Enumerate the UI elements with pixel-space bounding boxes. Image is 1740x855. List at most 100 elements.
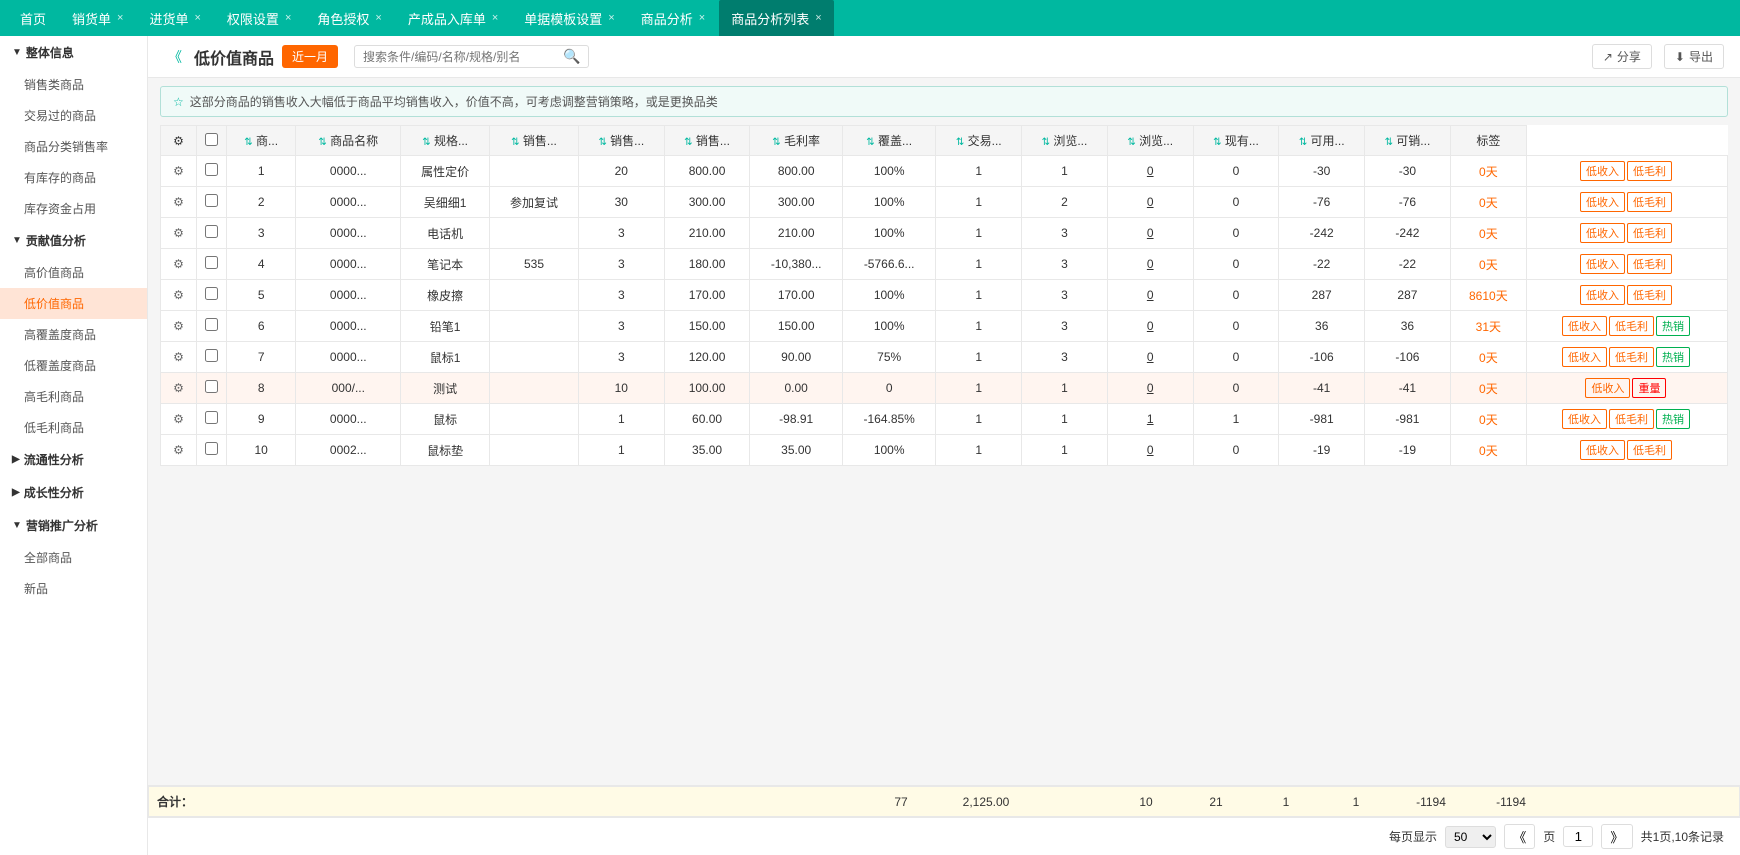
row-checkbox[interactable] <box>205 287 218 300</box>
page-size-select[interactable]: 50 100 200 <box>1445 826 1496 848</box>
row-checkbox[interactable] <box>205 380 218 393</box>
checkbox-cell[interactable] <box>197 156 227 187</box>
view1[interactable]: 0 <box>1107 435 1193 466</box>
row-checkbox[interactable] <box>205 256 218 269</box>
settings-icon[interactable]: ⚙ <box>173 350 184 364</box>
view-link[interactable]: 0 <box>1147 257 1154 271</box>
view-link[interactable]: 0 <box>1147 443 1154 457</box>
trade-column-header[interactable]: ⇅ 交易... <box>936 126 1022 156</box>
settings-icon[interactable]: ⚙ <box>173 226 184 240</box>
sale-amount-column-header[interactable]: ⇅ 销售... <box>664 126 750 156</box>
page-number-input[interactable] <box>1563 826 1593 847</box>
sidebar-item-category-sales-rate[interactable]: 商品分类销售率 <box>0 131 147 162</box>
settings-icon[interactable]: ⚙ <box>173 195 184 209</box>
view-link[interactable]: 0 <box>1147 350 1154 364</box>
close-icon[interactable]: × <box>815 12 821 24</box>
search-input[interactable] <box>363 50 563 64</box>
view1-column-header[interactable]: ⇅ 浏览... <box>1022 126 1108 156</box>
settings-icon[interactable]: ⚙ <box>173 164 184 178</box>
nav-sales-order[interactable]: 销货单 × <box>60 0 135 36</box>
data-table-container[interactable]: ⚙ ⇅ 商... ⇅ 商品名称 ⇅ 规格... ⇅ 销售... ⇅ 销售... … <box>160 125 1728 785</box>
last-page-button[interactable]: 》 <box>1601 824 1632 849</box>
view-link[interactable]: 0 <box>1147 164 1154 178</box>
view1[interactable]: 1 <box>1107 404 1193 435</box>
code-column-header[interactable]: ⇅ 商... <box>227 126 296 156</box>
settings-icon[interactable]: ⚙ <box>173 319 184 333</box>
sidebar-item-inventory-capital[interactable]: 库存资金占用 <box>0 193 147 224</box>
checkbox-column-header[interactable] <box>197 126 227 156</box>
nav-role-auth[interactable]: 角色授权 × <box>305 0 393 36</box>
close-icon[interactable]: × <box>492 12 498 24</box>
view2-column-header[interactable]: ⇅ 浏览... <box>1107 126 1193 156</box>
settings-icon[interactable]: ⚙ <box>173 257 184 271</box>
sidebar-group-circulation[interactable]: ▶ 流通性分析 <box>0 443 147 476</box>
close-icon[interactable]: × <box>699 12 705 24</box>
sidebar-item-new-goods[interactable]: 新品 <box>0 573 147 604</box>
collapse-sidebar-button[interactable]: 《 <box>164 45 186 69</box>
sidebar-item-high-margin[interactable]: 高毛利商品 <box>0 381 147 412</box>
checkbox-cell[interactable] <box>197 249 227 280</box>
nav-purchase-order[interactable]: 进货单 × <box>137 0 212 36</box>
row-checkbox[interactable] <box>205 349 218 362</box>
close-icon[interactable]: × <box>375 12 381 24</box>
checkbox-cell[interactable] <box>197 373 227 404</box>
settings-icon[interactable]: ⚙ <box>173 288 184 302</box>
sidebar-group-marketing[interactable]: ▼ 营销推广分析 <box>0 509 147 542</box>
sidebar-item-low-coverage[interactable]: 低覆盖度商品 <box>0 350 147 381</box>
checkbox-cell[interactable] <box>197 342 227 373</box>
checkbox-cell[interactable] <box>197 187 227 218</box>
view-link[interactable]: 0 <box>1147 381 1154 395</box>
row-checkbox[interactable] <box>205 225 218 238</box>
first-page-button[interactable]: 《 <box>1504 824 1535 849</box>
saleable-column-header[interactable]: ⇅ 可销... <box>1365 126 1451 156</box>
sidebar-item-low-margin[interactable]: 低毛利商品 <box>0 412 147 443</box>
row-checkbox[interactable] <box>205 163 218 176</box>
view-link[interactable]: 0 <box>1147 319 1154 333</box>
nav-product-analysis-list[interactable]: 商品分析列表 × <box>719 0 833 36</box>
share-button[interactable]: ↗ 分享 <box>1592 44 1652 69</box>
export-button[interactable]: ⬇ 导出 <box>1664 44 1724 69</box>
sidebar-group-growth[interactable]: ▶ 成长性分析 <box>0 476 147 509</box>
checkbox-cell[interactable] <box>197 435 227 466</box>
checkbox-cell[interactable] <box>197 311 227 342</box>
view-link[interactable]: 1 <box>1147 412 1154 426</box>
view1[interactable]: 0 <box>1107 311 1193 342</box>
settings-icon[interactable]: ⚙ <box>173 443 184 457</box>
nav-product-analysis[interactable]: 商品分析 × <box>629 0 717 36</box>
sidebar-item-low-value[interactable]: 低价值商品 <box>0 288 147 319</box>
sidebar-group-contribution[interactable]: ▼ 贡献值分析 <box>0 224 147 257</box>
gross-rate-column-header[interactable]: ⇅ 毛利率 <box>750 126 843 156</box>
view-link[interactable]: 0 <box>1147 288 1154 302</box>
sale-qty-column-header[interactable]: ⇅ 销售... <box>490 126 579 156</box>
select-all-checkbox[interactable] <box>205 133 218 146</box>
nav-template-settings[interactable]: 单据模板设置 × <box>512 0 626 36</box>
close-icon[interactable]: × <box>285 12 291 24</box>
view1[interactable]: 0 <box>1107 249 1193 280</box>
sidebar-item-all-goods[interactable]: 全部商品 <box>0 542 147 573</box>
sale-price-column-header[interactable]: ⇅ 销售... <box>578 126 664 156</box>
view-link[interactable]: 0 <box>1147 226 1154 240</box>
close-icon[interactable]: × <box>608 12 614 24</box>
sidebar-item-sales-goods[interactable]: 销售类商品 <box>0 69 147 100</box>
view1[interactable]: 0 <box>1107 218 1193 249</box>
settings-icon[interactable]: ⚙ <box>173 412 184 426</box>
sidebar-group-overall[interactable]: ▼ 整体信息 <box>0 36 147 69</box>
sidebar-item-stocked-goods[interactable]: 有库存的商品 <box>0 162 147 193</box>
search-icon[interactable]: 🔍 <box>563 48 580 65</box>
view-link[interactable]: 0 <box>1147 195 1154 209</box>
sidebar-item-traded-goods[interactable]: 交易过的商品 <box>0 100 147 131</box>
nav-finished-goods[interactable]: 产成品入库单 × <box>396 0 510 36</box>
settings-icon[interactable]: ⚙ <box>173 381 184 395</box>
row-checkbox[interactable] <box>205 411 218 424</box>
view1[interactable]: 0 <box>1107 342 1193 373</box>
available-column-header[interactable]: ⇅ 可用... <box>1279 126 1365 156</box>
sidebar-item-high-value[interactable]: 高价值商品 <box>0 257 147 288</box>
name-column-header[interactable]: ⇅ 商品名称 <box>296 126 401 156</box>
view1[interactable]: 0 <box>1107 187 1193 218</box>
nav-home[interactable]: 首页 <box>8 0 58 36</box>
row-checkbox[interactable] <box>205 442 218 455</box>
sidebar-item-high-coverage[interactable]: 高覆盖度商品 <box>0 319 147 350</box>
view1[interactable]: 0 <box>1107 280 1193 311</box>
close-icon[interactable]: × <box>117 12 123 24</box>
filter-period-button[interactable]: 近一月 <box>282 45 338 68</box>
